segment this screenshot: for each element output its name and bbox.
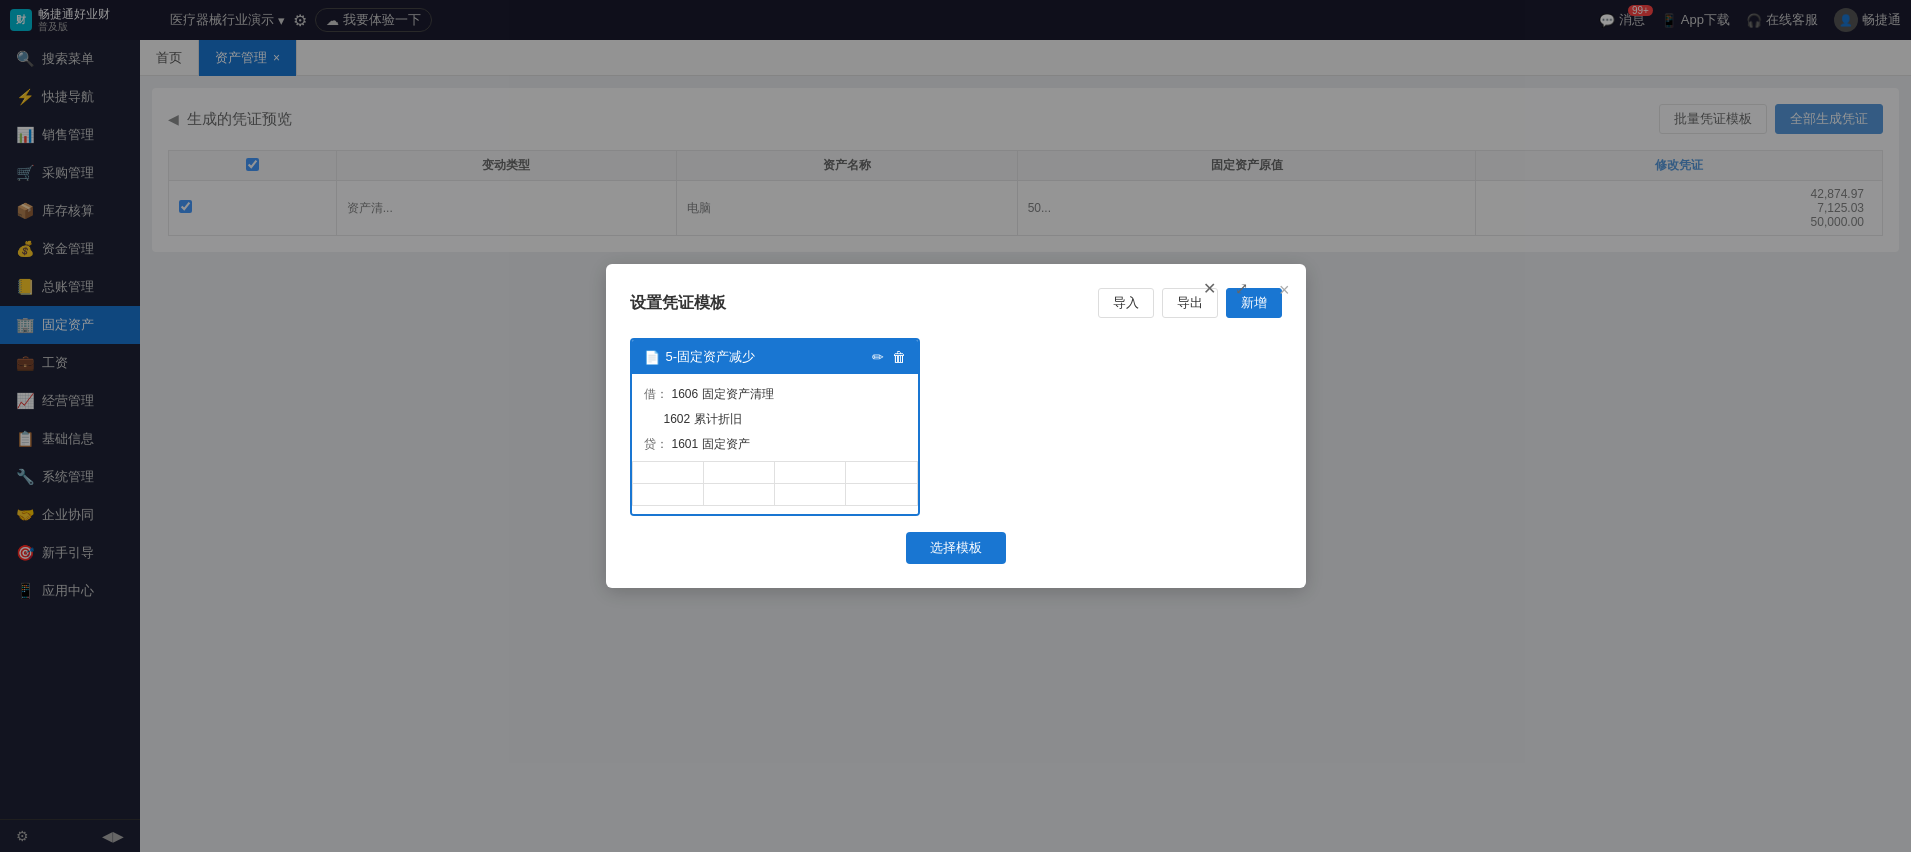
content-area: 首页 资产管理 × ◀ 生成的凭证预览 批量凭证模板 全部生成凭证 xyxy=(140,40,1911,852)
modal-minimize-button[interactable]: ✕ xyxy=(1196,274,1224,302)
template-edit-icon[interactable]: ✏ xyxy=(872,349,884,365)
template-card-body: 借： 1606 固定资产清理 1602 累计折旧 贷： 1601 固定资产 xyxy=(632,374,918,514)
entry-direction-credit: 贷： xyxy=(644,436,668,453)
entry-code-1602: 1602 累计折旧 xyxy=(664,411,742,428)
modal-close-button[interactable]: × xyxy=(1279,280,1290,301)
entry-code-1606: 1606 固定资产清理 xyxy=(672,386,774,403)
modal-maximize-button[interactable]: ⤢ xyxy=(1228,274,1256,302)
entry-direction-borrow: 借： xyxy=(644,386,668,403)
template-delete-icon[interactable]: 🗑 xyxy=(892,349,906,365)
select-template-button[interactable]: 选择模板 xyxy=(906,532,1006,564)
grid-row-2 xyxy=(632,484,917,506)
grid-row-1 xyxy=(632,462,917,484)
template-card: 📄 5-固定资产减少 ✏ 🗑 借： 1606 固定资产清理 xyxy=(630,338,920,516)
template-card-header: 📄 5-固定资产减少 ✏ 🗑 xyxy=(632,340,918,374)
template-grid xyxy=(632,461,918,506)
entry-1602: 1602 累计折旧 xyxy=(632,407,918,432)
entry-1601: 贷： 1601 固定资产 xyxy=(632,432,918,457)
main-layout: 🔍 搜索菜单 ⚡ 快捷导航 📊 销售管理 🛒 采购管理 📦 库存核算 💰 资金管… xyxy=(0,40,1911,852)
modal-dialog: × ✕ ⤢ 设置凭证模板 导入 导出 新增 xyxy=(606,264,1306,588)
template-title: 5-固定资产减少 xyxy=(666,348,756,366)
modal-header: 设置凭证模板 导入 导出 新增 xyxy=(630,288,1282,318)
template-card-title-area: 📄 5-固定资产减少 xyxy=(644,348,756,366)
modal-title: 设置凭证模板 xyxy=(630,293,726,314)
modal-overlay: × ✕ ⤢ 设置凭证模板 导入 导出 新增 xyxy=(140,40,1911,852)
entry-1606: 借： 1606 固定资产清理 xyxy=(632,382,918,407)
entry-code-1601: 1601 固定资产 xyxy=(672,436,750,453)
template-card-action-icons: ✏ 🗑 xyxy=(872,349,906,365)
import-button[interactable]: 导入 xyxy=(1098,288,1154,318)
template-doc-icon: 📄 xyxy=(644,350,660,365)
